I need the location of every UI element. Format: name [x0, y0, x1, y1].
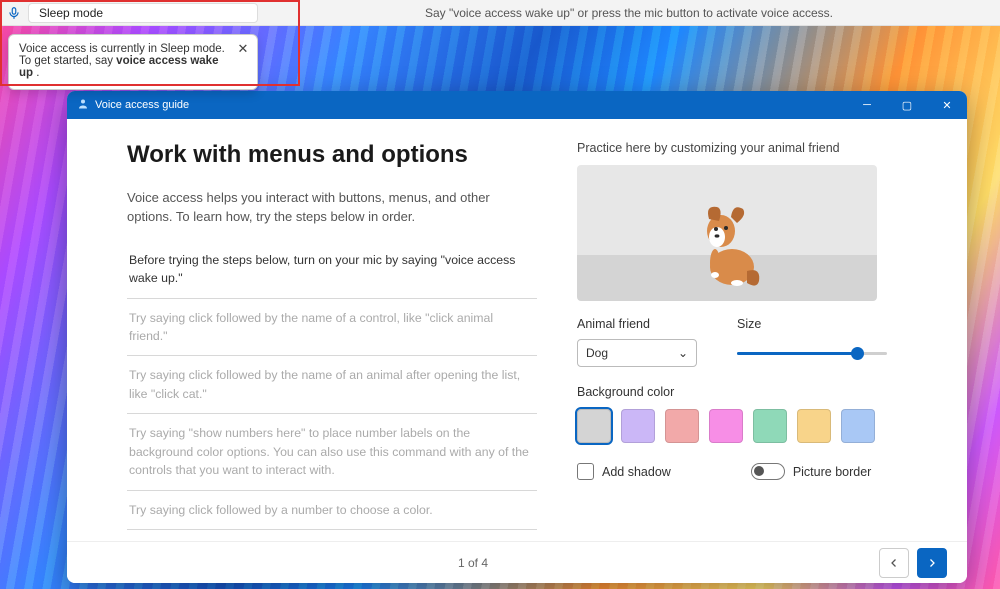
animal-preview-canvas: [577, 165, 877, 301]
animal-friend-select[interactable]: Dog ⌄: [577, 339, 697, 367]
color-swatch[interactable]: [621, 409, 655, 443]
voice-access-guide-window: Voice access guide ─ ▢ ✕ Work with menus…: [67, 91, 967, 583]
background-color-label: Background color: [577, 385, 939, 399]
add-shadow-label: Add shadow: [602, 465, 671, 479]
color-swatch[interactable]: [665, 409, 699, 443]
close-icon[interactable]: ✕: [235, 41, 251, 57]
close-button[interactable]: ✕: [927, 91, 967, 119]
minimize-button[interactable]: ─: [847, 91, 887, 119]
voice-access-helper-text: Say "voice access wake up" or press the …: [258, 6, 1000, 20]
page-title: Work with menus and options: [127, 141, 537, 169]
color-swatch[interactable]: [797, 409, 831, 443]
voice-access-status: Sleep mode: [28, 3, 258, 23]
color-swatch[interactable]: [709, 409, 743, 443]
step-item: Try saying click followed by the name of…: [127, 356, 537, 414]
color-swatch[interactable]: [577, 409, 611, 443]
picture-border-toggle[interactable]: Picture border: [751, 463, 872, 480]
voice-access-bar: Sleep mode Say "voice access wake up" or…: [0, 0, 1000, 26]
size-slider[interactable]: [737, 339, 887, 367]
window-footer: 1 of 4: [67, 541, 967, 583]
next-button[interactable]: [917, 548, 947, 578]
select-value: Dog: [586, 346, 608, 360]
picture-border-label: Picture border: [793, 465, 872, 479]
steps-list: Before trying the steps below, turn on y…: [127, 251, 537, 530]
tooltip-text: Voice access is currently in Sleep mode.…: [19, 43, 225, 79]
intro-text: Voice access helps you interact with but…: [127, 189, 537, 227]
step-item: Before trying the steps below, turn on y…: [127, 251, 537, 299]
dog-illustration: [687, 189, 767, 289]
mic-icon[interactable]: [0, 6, 28, 20]
app-icon: [77, 98, 89, 113]
chevron-down-icon: ⌄: [678, 346, 688, 360]
animal-friend-label: Animal friend: [577, 317, 697, 331]
sleep-mode-tooltip: Voice access is currently in Sleep mode.…: [8, 34, 258, 90]
maximize-button[interactable]: ▢: [887, 91, 927, 119]
size-label: Size: [737, 317, 887, 331]
step-item: Try saying "show numbers here" to place …: [127, 414, 537, 490]
color-swatch[interactable]: [753, 409, 787, 443]
step-item: Try saying click followed by a number to…: [127, 491, 537, 530]
practice-label: Practice here by customizing your animal…: [577, 141, 939, 155]
color-swatches: [577, 409, 939, 443]
window-title: Voice access guide: [95, 99, 189, 111]
prev-button[interactable]: [879, 548, 909, 578]
step-item: Try saying click followed by the name of…: [127, 299, 537, 357]
page-indicator: 1 of 4: [67, 556, 879, 570]
titlebar[interactable]: Voice access guide ─ ▢ ✕: [67, 91, 967, 119]
color-swatch[interactable]: [841, 409, 875, 443]
add-shadow-checkbox[interactable]: Add shadow: [577, 463, 671, 480]
